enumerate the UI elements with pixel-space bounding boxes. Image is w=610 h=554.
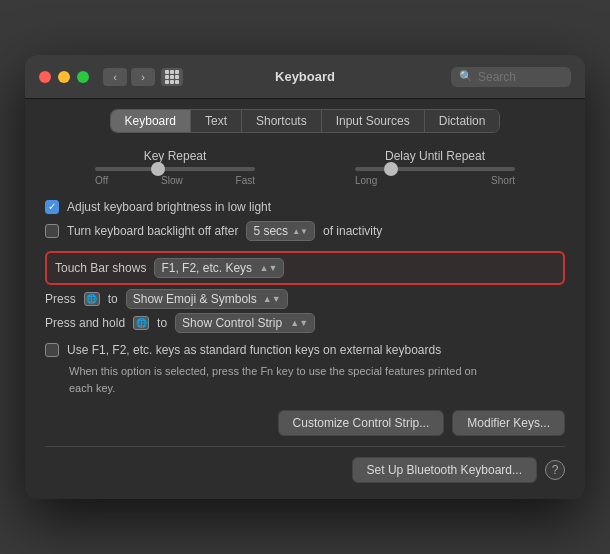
bluetooth-keyboard-button[interactable]: Set Up Bluetooth Keyboard... bbox=[352, 457, 537, 483]
key-repeat-label: Key Repeat bbox=[144, 149, 207, 163]
backlight-duration-arrow: ▲▼ bbox=[292, 227, 308, 236]
press-hold-label: Press and hold bbox=[45, 316, 125, 330]
press-select[interactable]: Show Emoji & Symbols ▲▼ bbox=[126, 289, 288, 309]
fn-keys-desc-line3: each key. bbox=[69, 382, 115, 394]
delay-repeat-label: Delay Until Repeat bbox=[385, 149, 485, 163]
key-repeat-range-labels: Off Slow Fast bbox=[95, 175, 255, 186]
minimize-button[interactable] bbox=[58, 71, 70, 83]
footer-row: Set Up Bluetooth Keyboard... ? bbox=[45, 446, 565, 483]
content-area: Keyboard Text Shortcuts Input Sources Di… bbox=[25, 99, 585, 499]
delay-repeat-track[interactable] bbox=[355, 167, 515, 171]
backlight-duration-value: 5 secs bbox=[253, 224, 288, 238]
search-input[interactable] bbox=[478, 70, 568, 84]
search-box[interactable]: 🔍 bbox=[451, 67, 571, 87]
press-row: Press 🌐 to Show Emoji & Symbols ▲▼ bbox=[45, 289, 565, 309]
bottom-buttons: Customize Control Strip... Modifier Keys… bbox=[45, 410, 565, 436]
traffic-lights bbox=[39, 71, 89, 83]
fn-keys-desc-line2: When this option is selected, press the … bbox=[69, 365, 477, 377]
keyboard-preferences-window: ‹ › Keyboard 🔍 Keyboard Text Shortcuts I… bbox=[25, 55, 585, 499]
fn-keys-checkbox[interactable] bbox=[45, 343, 59, 357]
press-label: Press bbox=[45, 292, 76, 306]
press-hold-row: Press and hold 🌐 to Show Control Strip ▲… bbox=[45, 313, 565, 333]
tabs-bar: Keyboard Text Shortcuts Input Sources Di… bbox=[110, 109, 501, 133]
press-hold-arrow: ▲▼ bbox=[290, 318, 308, 328]
press-value: Show Emoji & Symbols bbox=[133, 292, 257, 306]
delay-repeat-range-labels: Long Short bbox=[355, 175, 515, 186]
press-hold-to-label: to bbox=[157, 316, 167, 330]
key-repeat-track[interactable] bbox=[95, 167, 255, 171]
backlight-suffix: of inactivity bbox=[323, 224, 382, 238]
fn-keys-label: Use F1, F2, etc. keys as standard functi… bbox=[67, 343, 441, 357]
close-button[interactable] bbox=[39, 71, 51, 83]
touchbar-row: Touch Bar shows F1, F2, etc. Keys ▲▼ bbox=[45, 251, 565, 285]
options-area: Adjust keyboard brightness in low light … bbox=[45, 200, 565, 241]
nav-buttons: ‹ › bbox=[103, 68, 155, 86]
forward-button[interactable]: › bbox=[131, 68, 155, 86]
press-to-label: to bbox=[108, 292, 118, 306]
search-icon: 🔍 bbox=[459, 70, 473, 83]
brightness-label: Adjust keyboard brightness in low light bbox=[67, 200, 271, 214]
brightness-checkbox[interactable] bbox=[45, 200, 59, 214]
tab-shortcuts[interactable]: Shortcuts bbox=[242, 110, 322, 132]
fn-keys-row: Use F1, F2, etc. keys as standard functi… bbox=[45, 343, 565, 357]
backlight-checkbox[interactable] bbox=[45, 224, 59, 238]
tab-input-sources[interactable]: Input Sources bbox=[322, 110, 425, 132]
titlebar: ‹ › Keyboard 🔍 bbox=[25, 55, 585, 99]
customize-control-strip-button[interactable]: Customize Control Strip... bbox=[278, 410, 445, 436]
tab-keyboard[interactable]: Keyboard bbox=[111, 110, 191, 132]
sliders-area: Key Repeat Off Slow Fast Delay Until Rep… bbox=[45, 149, 565, 186]
press-arrow: ▲▼ bbox=[263, 294, 281, 304]
window-title: Keyboard bbox=[275, 69, 335, 84]
globe-hold-icon: 🌐 bbox=[133, 316, 149, 330]
touchbar-label: Touch Bar shows bbox=[55, 261, 146, 275]
key-repeat-thumb[interactable] bbox=[151, 162, 165, 176]
touchbar-value: F1, F2, etc. Keys bbox=[161, 261, 252, 275]
key-repeat-group: Key Repeat Off Slow Fast bbox=[75, 149, 275, 186]
touchbar-arrow: ▲▼ bbox=[260, 263, 278, 273]
delay-repeat-thumb[interactable] bbox=[384, 162, 398, 176]
key-repeat-fast: Fast bbox=[236, 175, 255, 186]
brightness-row: Adjust keyboard brightness in low light bbox=[45, 200, 565, 214]
press-hold-value: Show Control Strip bbox=[182, 316, 282, 330]
tab-text[interactable]: Text bbox=[191, 110, 242, 132]
maximize-button[interactable] bbox=[77, 71, 89, 83]
backlight-label: Turn keyboard backlight off after bbox=[67, 224, 238, 238]
help-button[interactable]: ? bbox=[545, 460, 565, 480]
touchbar-select[interactable]: F1, F2, etc. Keys ▲▼ bbox=[154, 258, 284, 278]
delay-long: Long bbox=[355, 175, 377, 186]
key-repeat-off: Off bbox=[95, 175, 108, 186]
grid-button[interactable] bbox=[161, 68, 183, 86]
backlight-row: Turn keyboard backlight off after 5 secs… bbox=[45, 221, 565, 241]
press-hold-select[interactable]: Show Control Strip ▲▼ bbox=[175, 313, 315, 333]
delay-short: Short bbox=[491, 175, 515, 186]
key-repeat-slow: Slow bbox=[161, 175, 183, 186]
backlight-duration-select[interactable]: 5 secs ▲▼ bbox=[246, 221, 315, 241]
back-button[interactable]: ‹ bbox=[103, 68, 127, 86]
fn-keys-description: When this option is selected, press the … bbox=[69, 363, 565, 396]
tab-dictation[interactable]: Dictation bbox=[425, 110, 500, 132]
grid-icon bbox=[165, 70, 179, 84]
delay-repeat-group: Delay Until Repeat Long Short bbox=[335, 149, 535, 186]
globe-icon: 🌐 bbox=[84, 292, 100, 306]
modifier-keys-button[interactable]: Modifier Keys... bbox=[452, 410, 565, 436]
